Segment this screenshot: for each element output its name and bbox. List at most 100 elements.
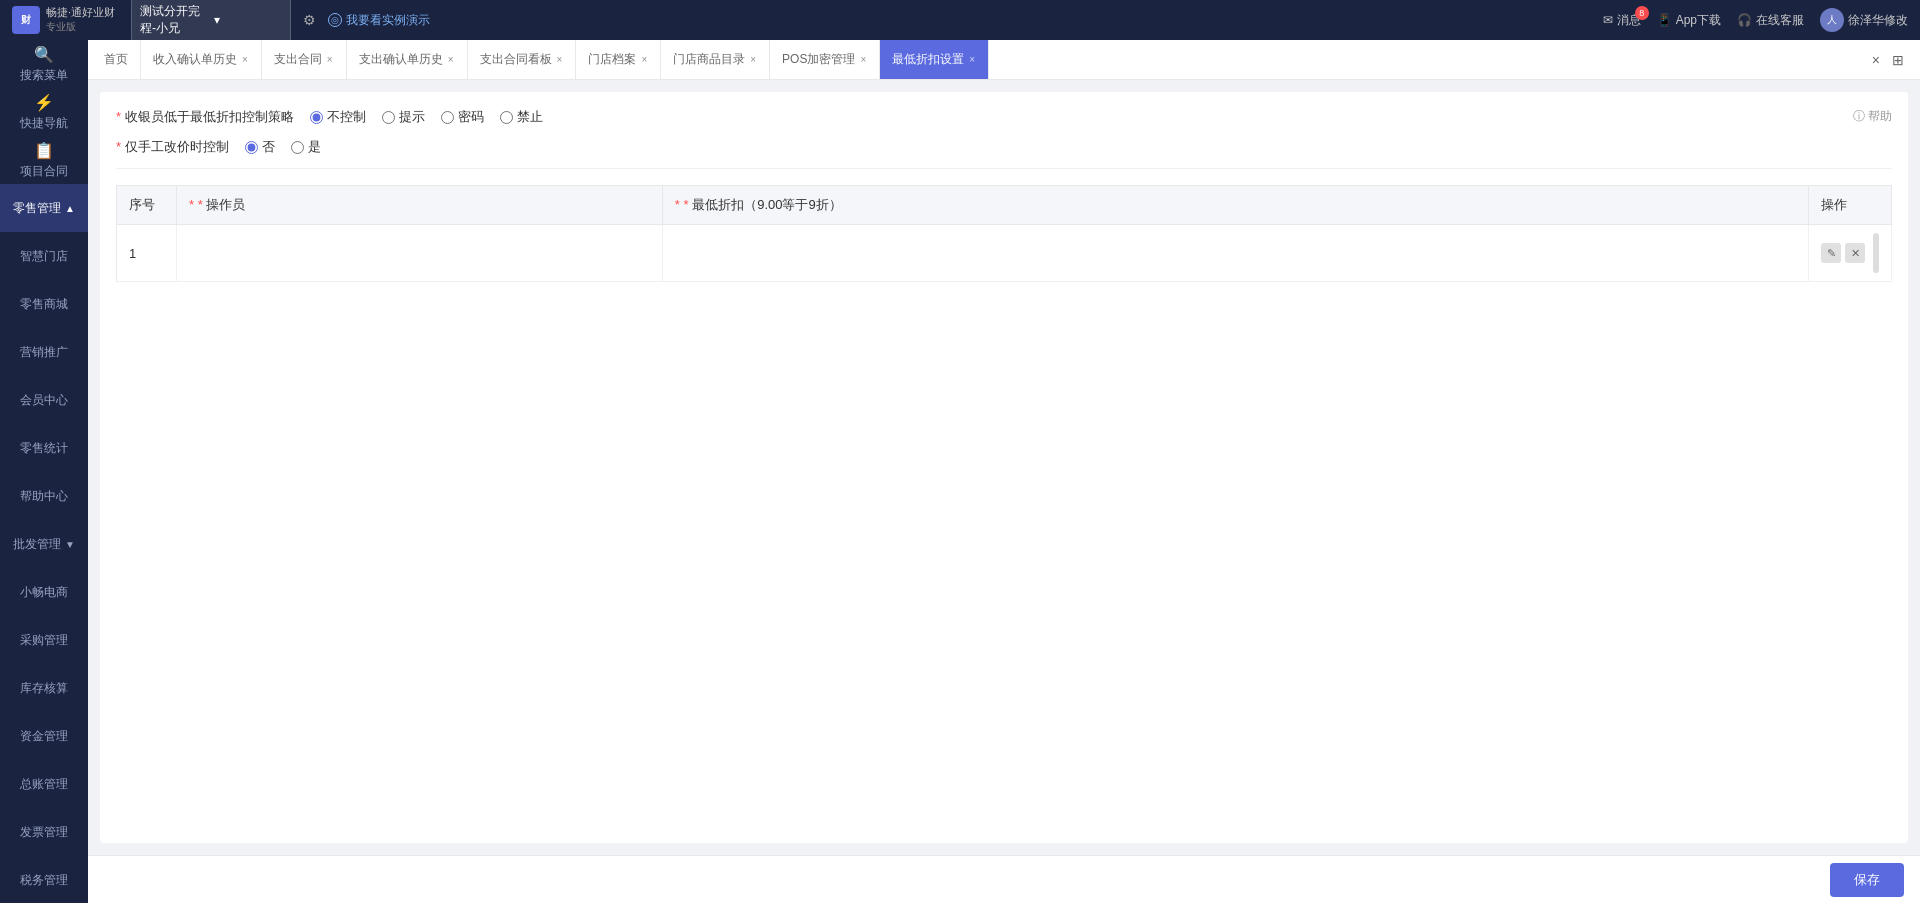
policy-no-control[interactable]: 不控制 <box>310 108 366 126</box>
tab-pos-password-close[interactable]: × <box>859 54 867 65</box>
discount-table: 序号 * 操作员 * 最低折扣（9.00等于9折） 操作 <box>116 185 1892 282</box>
policy-password-label: 密码 <box>458 108 484 126</box>
tab-min-discount[interactable]: 最低折扣设置 × <box>880 40 989 80</box>
sidebar-item-marketing[interactable]: 营销推广 <box>0 328 88 376</box>
sidebar-item-help[interactable]: 帮助中心 <box>0 472 88 520</box>
sidebar-item-purchase[interactable]: 采购管理 <box>0 616 88 664</box>
tab-min-discount-close[interactable]: × <box>968 54 976 65</box>
online-support-label: 在线客服 <box>1756 12 1804 29</box>
sidebar-label-tax: 税务管理 <box>20 872 68 889</box>
policy-password[interactable]: 密码 <box>441 108 484 126</box>
sidebar-label-invoice: 发票管理 <box>20 824 68 841</box>
sidebar-label-inventory: 库存核算 <box>20 680 68 697</box>
message-button[interactable]: ✉ 消息 8 <box>1603 12 1641 29</box>
policy-prompt-radio[interactable] <box>382 111 395 124</box>
demo-link-text: 我要看实例演示 <box>346 12 430 29</box>
page-panel: ⓘ 帮助 收银员低于最低折扣控制策略 不控制 <box>100 92 1908 843</box>
bottom-bar: 保存 <box>88 855 1920 903</box>
sidebar-label-retail-stats: 零售统计 <box>20 440 68 457</box>
chevron-down-icon: ▾ <box>214 13 282 27</box>
tab-home[interactable]: 首页 <box>92 40 141 80</box>
top-right: ✉ 消息 8 📱 App下载 🎧 在线客服 人 徐泽华修改 <box>1603 8 1908 32</box>
policy-no-control-radio[interactable] <box>310 111 323 124</box>
sidebar-label-mall: 零售商城 <box>20 296 68 313</box>
sidebar-item-invoice[interactable]: 发票管理 <box>0 808 88 856</box>
sidebar-item-quicknav[interactable]: ⚡ 快捷导航 <box>0 88 88 136</box>
tab-store-products[interactable]: 门店商品目录 × <box>661 40 770 80</box>
sidebar-item-funds[interactable]: 资金管理 <box>0 712 88 760</box>
th-discount-asterisk: * <box>684 197 693 212</box>
demo-link[interactable]: ◎ 我要看实例演示 <box>328 12 430 29</box>
policy-radio-group: 不控制 提示 密码 禁 <box>310 108 543 126</box>
sidebar-item-mall[interactable]: 零售商城 <box>0 280 88 328</box>
tab-store-archive[interactable]: 门店档案 × <box>576 40 661 80</box>
sidebar-label-smart-store: 智慧门店 <box>20 248 68 265</box>
tab-bar-actions: × ⊞ <box>1860 50 1916 70</box>
sidebar-label-purchase: 采购管理 <box>20 632 68 649</box>
user-name: 徐泽华修改 <box>1848 12 1908 29</box>
project-selector[interactable]: 测试分开完程-小兄 ▾ <box>131 0 291 42</box>
cell-discount-1 <box>662 225 1808 282</box>
tab-close-button[interactable]: × <box>1868 50 1884 70</box>
logo-text: 畅捷·通好业财 <box>46 6 115 19</box>
tab-store-archive-close[interactable]: × <box>640 54 648 65</box>
tab-income-history[interactable]: 收入确认单历史 × <box>141 40 262 80</box>
tab-bar: 首页 收入确认单历史 × 支出合同 × 支出确认单历史 × 支出合同看板 × 门… <box>88 40 1920 80</box>
delete-icon[interactable]: ✕ <box>1845 243 1865 263</box>
sidebar-item-ledger[interactable]: 总账管理 <box>0 760 88 808</box>
tab-expense-contract-close[interactable]: × <box>326 54 334 65</box>
manual-yes-radio[interactable] <box>291 141 304 154</box>
sidebar-item-contract[interactable]: 📋 项目合同 <box>0 136 88 184</box>
sidebar-label-contract: 项目合同 <box>20 163 68 180</box>
manual-yes-label: 是 <box>308 138 321 156</box>
sidebar-item-smart-store[interactable]: 智慧门店 <box>0 232 88 280</box>
sidebar-item-inventory[interactable]: 库存核算 <box>0 664 88 712</box>
manual-no-label: 否 <box>262 138 275 156</box>
policy-password-radio[interactable] <box>441 111 454 124</box>
tab-expense-history[interactable]: 支出确认单历史 × <box>347 40 468 80</box>
tab-expense-board[interactable]: 支出合同看板 × <box>468 40 577 80</box>
th-operator: * 操作员 <box>177 186 663 225</box>
sidebar-item-wholesale[interactable]: 批发管理 ▼ <box>0 520 88 568</box>
save-button[interactable]: 保存 <box>1830 863 1904 897</box>
edit-icon[interactable]: ✎ <box>1821 243 1841 263</box>
app-download-button[interactable]: 📱 App下载 <box>1657 12 1721 29</box>
sidebar-item-tax[interactable]: 税务管理 <box>0 856 88 903</box>
download-icon: 📱 <box>1657 13 1672 27</box>
policy-prompt[interactable]: 提示 <box>382 108 425 126</box>
online-support-button[interactable]: 🎧 在线客服 <box>1737 12 1804 29</box>
sidebar-label-quicknav: 快捷导航 <box>20 115 68 132</box>
sidebar-label-search: 搜索菜单 <box>20 67 68 84</box>
page-content: ⓘ 帮助 收银员低于最低折扣控制策略 不控制 <box>88 80 1920 855</box>
sidebar-item-retail-stats[interactable]: 零售统计 <box>0 424 88 472</box>
user-menu[interactable]: 人 徐泽华修改 <box>1820 8 1908 32</box>
policy-prompt-label: 提示 <box>399 108 425 126</box>
sidebar-label-help: 帮助中心 <box>20 488 68 505</box>
policy-forbidden-radio[interactable] <box>500 111 513 124</box>
sidebar-label-ecommerce: 小畅电商 <box>20 584 68 601</box>
tab-expense-contract[interactable]: 支出合同 × <box>262 40 347 80</box>
tab-maximize-button[interactable]: ⊞ <box>1888 50 1908 70</box>
tab-income-history-close[interactable]: × <box>241 54 249 65</box>
sidebar-item-member[interactable]: 会员中心 <box>0 376 88 424</box>
action-icons: ✎ ✕ <box>1821 233 1879 273</box>
tab-expense-history-close[interactable]: × <box>447 54 455 65</box>
policy-forbidden[interactable]: 禁止 <box>500 108 543 126</box>
sidebar-label-retail: 零售管理 <box>13 200 61 217</box>
tab-store-products-close[interactable]: × <box>749 54 757 65</box>
sidebar-label-funds: 资金管理 <box>20 728 68 745</box>
tab-expense-board-close[interactable]: × <box>556 54 564 65</box>
sidebar-item-ecommerce[interactable]: 小畅电商 <box>0 568 88 616</box>
help-button[interactable]: ⓘ 帮助 <box>1853 108 1892 125</box>
tab-min-discount-label: 最低折扣设置 <box>892 51 964 68</box>
manual-no-radio[interactable] <box>245 141 258 154</box>
manual-yes[interactable]: 是 <box>291 138 321 156</box>
sidebar-item-search[interactable]: 🔍 搜索菜单 <box>0 40 88 88</box>
tab-pos-password[interactable]: POS加密管理 × <box>770 40 880 80</box>
manual-no[interactable]: 否 <box>245 138 275 156</box>
tab-expense-board-label: 支出合同看板 <box>480 51 552 68</box>
gear-button[interactable]: ⚙ <box>299 8 320 32</box>
tab-expense-history-label: 支出确认单历史 <box>359 51 443 68</box>
sidebar-item-retail[interactable]: 零售管理 ▲ <box>0 184 88 232</box>
th-seq: 序号 <box>117 186 177 225</box>
